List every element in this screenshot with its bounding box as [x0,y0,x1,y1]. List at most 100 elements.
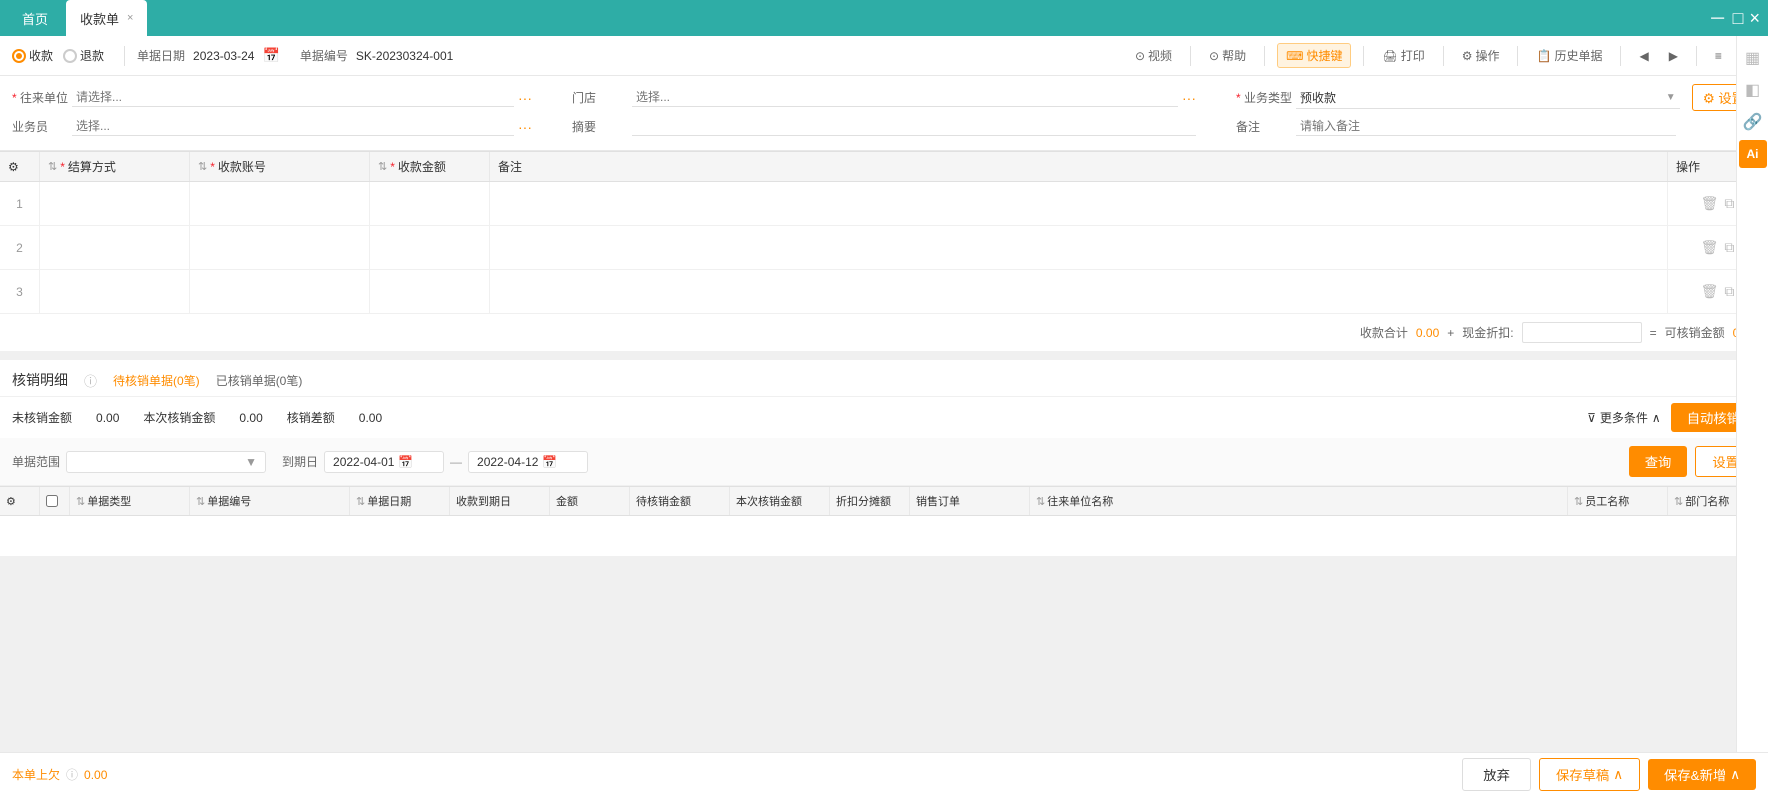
copy-row3-btn[interactable]: ⧉ [1724,283,1734,300]
verification-header: 核销明细 ⓘ 待核销单据(0笔) 已核销单据(0笔) [0,360,1768,397]
bth-due-date: 收款到期日 [450,487,550,515]
bth-settings[interactable]: ⚙ [0,487,40,515]
layout1-btn[interactable]: ≡ [1709,47,1728,65]
sidebar-link-icon[interactable]: 🔗 [1739,108,1767,136]
sort-icon-dept[interactable]: ⇅ [1674,495,1683,508]
close-btn[interactable]: × [1749,8,1760,29]
staff-more-btn[interactable]: ··· [518,119,532,135]
counterpart-more-btn[interactable]: ··· [518,90,532,106]
store-field: 门店 ··· [572,88,1196,107]
note-input[interactable] [1296,117,1676,136]
restore-btn[interactable]: □ [1733,8,1744,29]
nav-right-btn[interactable]: ▶ [1663,47,1684,65]
sort-icon-settlement[interactable]: ⇅ [48,160,57,173]
tab-bar-left: 首页 收款单 × [8,0,147,36]
counterpart-input[interactable] [72,88,514,107]
th-note: 备注 [490,152,1668,181]
help-btn[interactable]: ⊙ 帮助 [1203,45,1252,66]
delete-row3-btn[interactable]: 🗑 [1701,283,1719,300]
required-star2: * [1236,91,1241,105]
td-row1-note[interactable] [490,182,1668,225]
copy-row2-btn[interactable]: ⧉ [1724,239,1734,256]
sidebar-table-icon[interactable]: ▦ [1739,44,1767,72]
info-icon2[interactable]: ⓘ [66,766,78,783]
summary-row: 收款合计 0.00 + 现金折扣: = 可核销金额 0.00 [0,314,1768,352]
td-row3-account[interactable] [190,270,370,313]
td-row1-amount[interactable] [370,182,490,225]
pending-tab[interactable]: 待核销单据(0笔) [113,372,200,389]
table-row: 1 🗑 ⧉ [0,182,1768,226]
sidebar-ai-icon[interactable]: Ai [1739,140,1767,168]
tab-active-label: 收款单 [80,9,119,28]
action-btn[interactable]: ⚙ 操作 [1456,45,1506,66]
sort-icon-counterpart[interactable]: ⇅ [1036,495,1045,508]
save-draft-btn[interactable]: 保存草稿 ∧ [1539,758,1640,791]
delete-row2-btn[interactable]: 🗑 [1701,239,1719,256]
tab-home[interactable]: 首页 [8,0,62,36]
td-row2-account[interactable] [190,226,370,269]
more-conditions-btn[interactable]: ⊽ 更多条件 ∧ [1587,409,1661,426]
bth-doc-num: ⇅ 单据编号 [190,487,350,515]
print-btn[interactable]: 🖨 打印 [1376,45,1430,66]
history-btn[interactable]: 📋 历史单据 [1530,45,1608,66]
video-btn[interactable]: ⊙ 视频 [1129,45,1178,66]
tab-bar-right: － □ × [1709,5,1760,31]
bth-checkbox[interactable] [40,487,70,515]
delete-row1-btn[interactable]: 🗑 [1701,195,1719,212]
divider-3 [1264,46,1265,66]
tab-close-icon[interactable]: × [127,12,133,24]
td-row3-note[interactable] [490,270,1668,313]
done-tab[interactable]: 已核销单据(0笔) [216,372,303,389]
discount-input[interactable] [1522,322,1642,343]
bth-sales-order: 销售订单 [910,487,1030,515]
td-row3-settlement[interactable] [40,270,190,313]
current-verif-value: 0.00 [239,411,262,425]
radio-receive[interactable]: 收款 [12,47,53,64]
sort-icon-staff[interactable]: ⇅ [1574,495,1583,508]
th-settings[interactable]: ⚙ [0,152,40,181]
action-icon: ⚙ [1462,49,1473,63]
counterpart-field: * 往来单位 ··· [12,88,532,107]
main-content: * 往来单位 ··· 门店 ··· * 业务类型 预收款 ▼ [0,76,1768,792]
business-type-select[interactable]: 预收款 ▼ [1296,87,1680,109]
save-new-btn[interactable]: 保存&新增 ∧ [1648,759,1756,790]
th-amount: ⇅ * 收款金额 [370,152,490,181]
select-all-checkbox[interactable] [46,495,58,507]
abandon-btn[interactable]: 放弃 [1462,758,1531,791]
sort-icon-amount[interactable]: ⇅ [378,160,387,173]
date-from-picker[interactable]: 2022-04-01 📅 [324,451,444,473]
td-row1-account[interactable] [190,182,370,225]
range-select[interactable]: ▼ [66,451,266,473]
nav-left-btn[interactable]: ◀ [1633,47,1654,65]
sidebar-layout-icon[interactable]: ◧ [1739,76,1767,104]
sort-icon-docdate[interactable]: ⇅ [356,495,365,508]
copy-row1-btn[interactable]: ⧉ [1724,195,1734,212]
td-row2-settlement[interactable] [40,226,190,269]
td-row2-note[interactable] [490,226,1668,269]
td-row1-settlement[interactable] [40,182,190,225]
bth-doc-type: ⇅ 单据类型 [70,487,190,515]
store-input[interactable] [632,88,1178,107]
verification-section: 核销明细 ⓘ 待核销单据(0笔) 已核销单据(0笔) 未核销金额 0.00 本次… [0,360,1768,556]
query-btn[interactable]: 查询 [1629,446,1688,477]
footer: 本单上欠 ⓘ 0.00 放弃 保存草稿 ∧ 保存&新增 ∧ [0,752,1768,796]
date-icon[interactable]: 📅 [262,47,279,64]
date-to-picker[interactable]: 2022-04-12 📅 [468,451,588,473]
chevron-up-icon: ∧ [1652,411,1661,425]
store-more-btn[interactable]: ··· [1182,90,1196,106]
info-icon[interactable]: ⓘ [84,371,97,390]
staff-input[interactable] [72,117,514,136]
summary-input[interactable] [632,117,1196,136]
sort-icon-doctype[interactable]: ⇅ [76,495,85,508]
diff-label: 核销差额 [287,409,335,426]
minimize-btn[interactable]: － [1709,5,1727,31]
td-row2-amount[interactable] [370,226,490,269]
tab-active[interactable]: 收款单 × [66,0,147,36]
shortcut-btn[interactable]: ⌨ 快捷键 [1277,43,1351,68]
sort-icon-account[interactable]: ⇅ [198,160,207,173]
sort-icon-docnum[interactable]: ⇅ [196,495,205,508]
staff-label: 业务员 [12,118,72,135]
settings-icon2: ⚙ [6,495,16,508]
radio-refund[interactable]: 退款 [63,47,104,64]
td-row3-amount[interactable] [370,270,490,313]
